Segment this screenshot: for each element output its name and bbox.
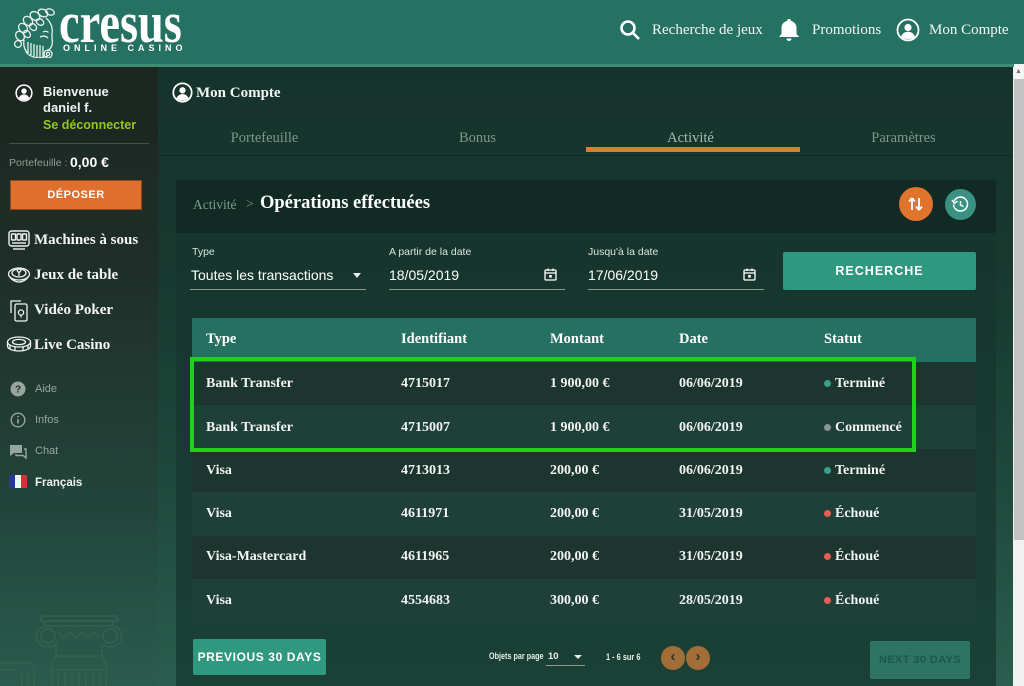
svg-text:?: ? (15, 385, 21, 396)
